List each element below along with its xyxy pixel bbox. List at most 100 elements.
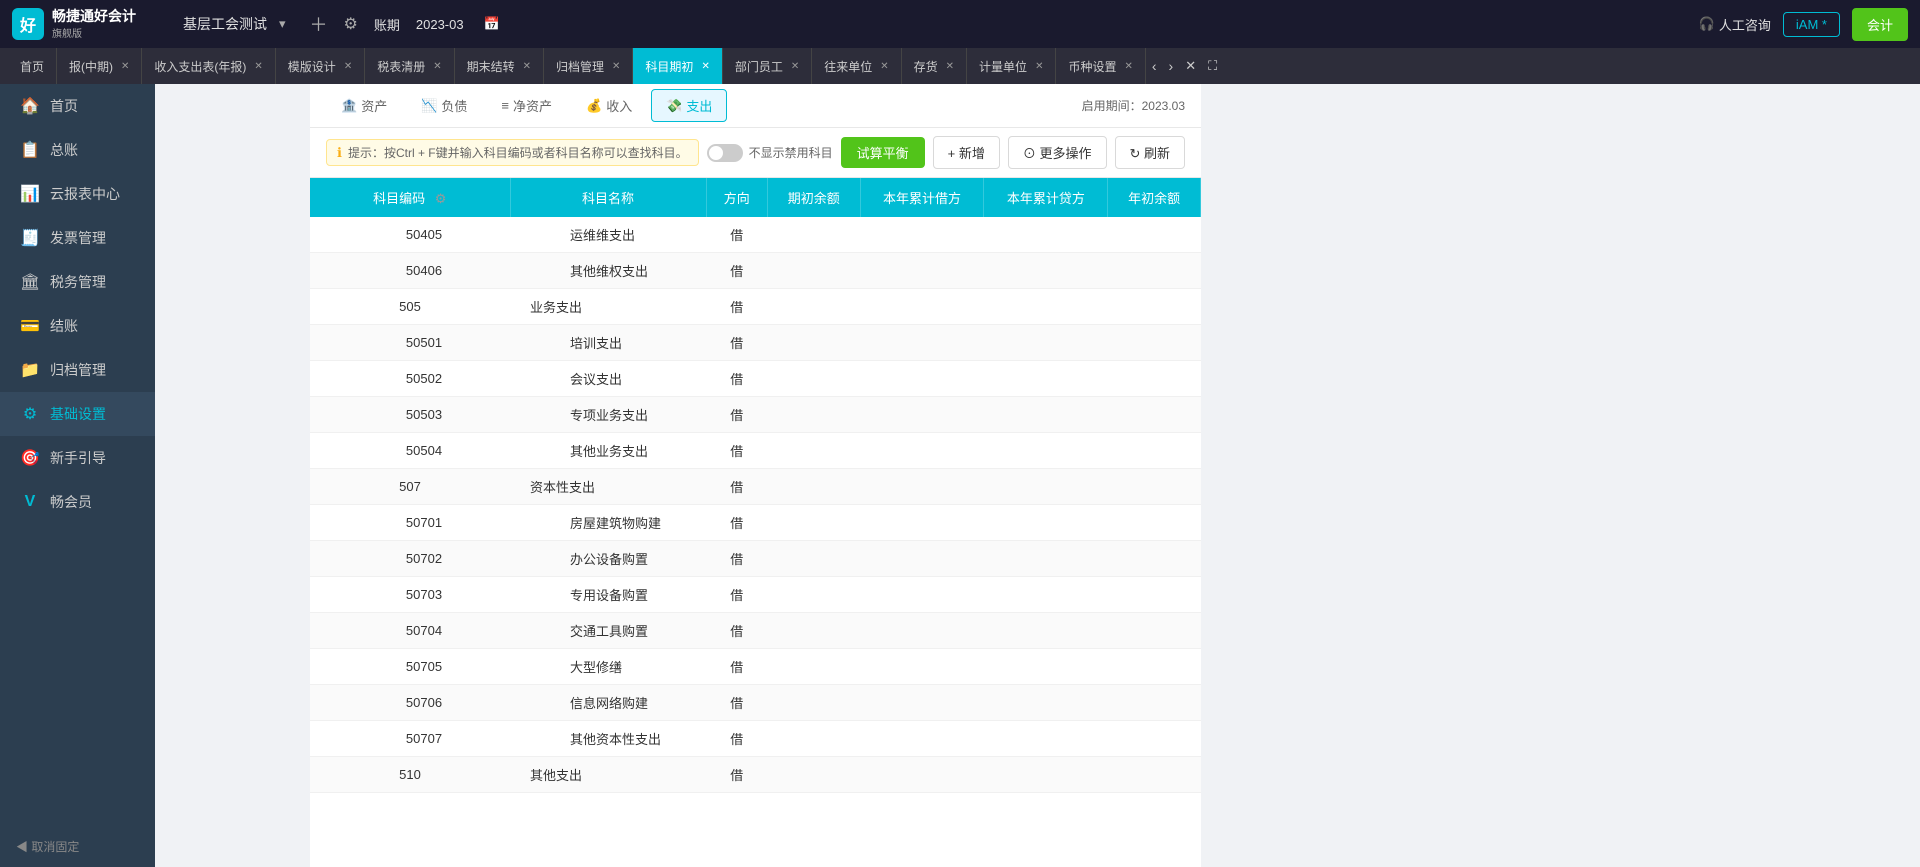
- tab-nav-prev[interactable]: ‹: [1146, 58, 1163, 74]
- tab-unit[interactable]: 计量单位 ✕: [967, 48, 1056, 84]
- tab-unit-close[interactable]: ✕: [1035, 61, 1043, 72]
- tab-report-mid[interactable]: 报(中期) ✕: [57, 48, 142, 84]
- refresh-btn[interactable]: ↻ 刷新: [1115, 136, 1186, 169]
- tab-period-end[interactable]: 期末结转 ✕: [455, 48, 544, 84]
- sidebar-item-cloud[interactable]: 📊 云报表中心: [0, 172, 155, 216]
- settings-icon[interactable]: ⚙: [344, 14, 358, 34]
- more-ops-btn[interactable]: ⊙ 更多操作: [1008, 136, 1107, 169]
- tab-inventory-close[interactable]: ✕: [946, 61, 954, 72]
- tab-archive-close[interactable]: ✕: [612, 61, 620, 72]
- tab-tax-list-close[interactable]: ✕: [433, 61, 441, 72]
- tab-home-label: 首页: [20, 58, 44, 75]
- cell-year-balance: [1108, 253, 1201, 289]
- tab-currency[interactable]: 币种设置 ✕: [1056, 48, 1145, 84]
- tab-close-all-btn[interactable]: ✕: [1179, 58, 1202, 74]
- table-row[interactable]: 50706信息网络购建借: [310, 685, 1201, 721]
- tab-dept-staff[interactable]: 部门员工 ✕: [723, 48, 812, 84]
- table-row[interactable]: 50704交通工具购置借: [310, 613, 1201, 649]
- company-name: 基层工会测试: [183, 14, 267, 34]
- notice-icon: ℹ: [337, 145, 342, 161]
- tab-subject-init[interactable]: 科目期初 ✕: [633, 48, 722, 84]
- tab-contacts-close[interactable]: ✕: [880, 61, 888, 72]
- sub-tab-netassets[interactable]: ≡ 净资产: [486, 89, 567, 122]
- iamstar-button[interactable]: iAM *: [1783, 12, 1840, 37]
- sidebar-item-tax[interactable]: 🏛 税务管理: [0, 260, 155, 304]
- calc-balance-btn[interactable]: 试算平衡: [841, 137, 925, 168]
- tab-home[interactable]: 首页: [8, 48, 57, 84]
- sub-tab-income[interactable]: 💰 收入: [571, 89, 647, 122]
- tab-contacts[interactable]: 往来单位 ✕: [812, 48, 901, 84]
- tab-template-close[interactable]: ✕: [344, 61, 352, 72]
- cell-name: 其他业务支出: [510, 433, 706, 469]
- netassets-tab-icon: ≡: [501, 98, 509, 113]
- switch-control[interactable]: [707, 144, 743, 162]
- sidebar-item-member[interactable]: V 畅会员: [0, 480, 155, 524]
- col-header-year-balance: 年初余额: [1108, 178, 1201, 217]
- table-row[interactable]: 50405运维维支出借: [310, 217, 1201, 253]
- tab-income-year-close[interactable]: ✕: [254, 61, 262, 72]
- table-row[interactable]: 50702办公设备购置借: [310, 541, 1201, 577]
- table-row[interactable]: 50502会议支出借: [310, 361, 1201, 397]
- toggle-disable-switch[interactable]: 不显示禁用科目: [707, 144, 833, 162]
- sidebar-item-checkout[interactable]: 💳 结账: [0, 304, 155, 348]
- sidebar-item-archive[interactable]: 📁 归档管理: [0, 348, 155, 392]
- sub-tab-liabilities[interactable]: 📉 负债: [406, 89, 482, 122]
- cell-ytd-credit: [984, 217, 1108, 253]
- add-btn[interactable]: + 新增: [933, 136, 1000, 169]
- col-code-label: 科目编码: [373, 191, 425, 206]
- tab-dept-staff-close[interactable]: ✕: [791, 61, 799, 72]
- sidebar-item-ledger[interactable]: 📋 总账: [0, 128, 155, 172]
- cell-year-balance: [1108, 649, 1201, 685]
- table-header-row: 科目编码 ⚙ 科目名称 方向 期初余额 本年累计借方 本年累计贷方 年初余额: [310, 178, 1201, 217]
- table-row[interactable]: 50705大型修缮借: [310, 649, 1201, 685]
- table-row[interactable]: 50503专项业务支出借: [310, 397, 1201, 433]
- account-btn[interactable]: 会计: [1852, 8, 1908, 41]
- tab-tax-list[interactable]: 税表清册 ✕: [365, 48, 454, 84]
- cell-code: 50706: [310, 685, 510, 721]
- tab-template[interactable]: 模版设计 ✕: [276, 48, 365, 84]
- tab-income-year[interactable]: 收入支出表(年报) ✕: [142, 48, 275, 84]
- col-settings-icon[interactable]: ⚙: [435, 191, 447, 206]
- sub-tab-expense[interactable]: 💸 支出: [651, 89, 727, 122]
- sub-tab-assets[interactable]: 🏦 资产: [326, 89, 402, 122]
- company-dropdown-icon[interactable]: ▾: [279, 16, 286, 32]
- add-tab-icon[interactable]: ＋: [310, 11, 328, 37]
- table-row[interactable]: 507资本性支出借: [310, 469, 1201, 505]
- tab-nav-next[interactable]: ›: [1163, 58, 1180, 74]
- logo-title: 畅捷通好会计: [52, 8, 136, 25]
- sidebar-collapse-btn[interactable]: ◀ 取消固定: [0, 826, 155, 867]
- cell-ytd-debit: [860, 253, 984, 289]
- cell-year-balance: [1108, 757, 1201, 793]
- table-row[interactable]: 50406其他维权支出借: [310, 253, 1201, 289]
- cell-code: 50502: [310, 361, 510, 397]
- sidebar-item-guide[interactable]: 🎯 新手引导: [0, 436, 155, 480]
- cell-year-balance: [1108, 361, 1201, 397]
- cell-direction: 借: [706, 721, 767, 757]
- tab-inventory[interactable]: 存货 ✕: [902, 48, 967, 84]
- tab-expand-btn[interactable]: ⛶: [1202, 58, 1223, 74]
- calendar-icon[interactable]: 📅: [484, 16, 500, 32]
- cell-ytd-debit: [860, 217, 984, 253]
- table-row[interactable]: 50501培训支出借: [310, 325, 1201, 361]
- table-row[interactable]: 50703专用设备购置借: [310, 577, 1201, 613]
- table-row[interactable]: 505业务支出借: [310, 289, 1201, 325]
- cell-code: 50406: [310, 253, 510, 289]
- sidebar-item-invoice[interactable]: 🧾 发票管理: [0, 216, 155, 260]
- tab-period-end-close[interactable]: ✕: [523, 61, 531, 72]
- cell-period-balance: [767, 469, 860, 505]
- tab-report-mid-close[interactable]: ✕: [121, 61, 129, 72]
- guide-icon: 🎯: [20, 448, 40, 468]
- table-row[interactable]: 50504其他业务支出借: [310, 433, 1201, 469]
- cell-name: 信息网络购建: [510, 685, 706, 721]
- sidebar-item-settings[interactable]: ⚙ 基础设置: [0, 392, 155, 436]
- table-row[interactable]: 50707其他资本性支出借: [310, 721, 1201, 757]
- sidebar-item-home[interactable]: 🏠 首页: [0, 84, 155, 128]
- table-row[interactable]: 510其他支出借: [310, 757, 1201, 793]
- tab-archive[interactable]: 归档管理 ✕: [544, 48, 633, 84]
- cell-period-balance: [767, 577, 860, 613]
- table-row[interactable]: 50701房屋建筑物购建借: [310, 505, 1201, 541]
- cell-ytd-debit: [860, 361, 984, 397]
- customer-service-btn[interactable]: 🎧 人工咨询: [1699, 15, 1771, 34]
- tab-subject-init-close[interactable]: ✕: [701, 61, 709, 72]
- tab-currency-close[interactable]: ✕: [1124, 61, 1132, 72]
